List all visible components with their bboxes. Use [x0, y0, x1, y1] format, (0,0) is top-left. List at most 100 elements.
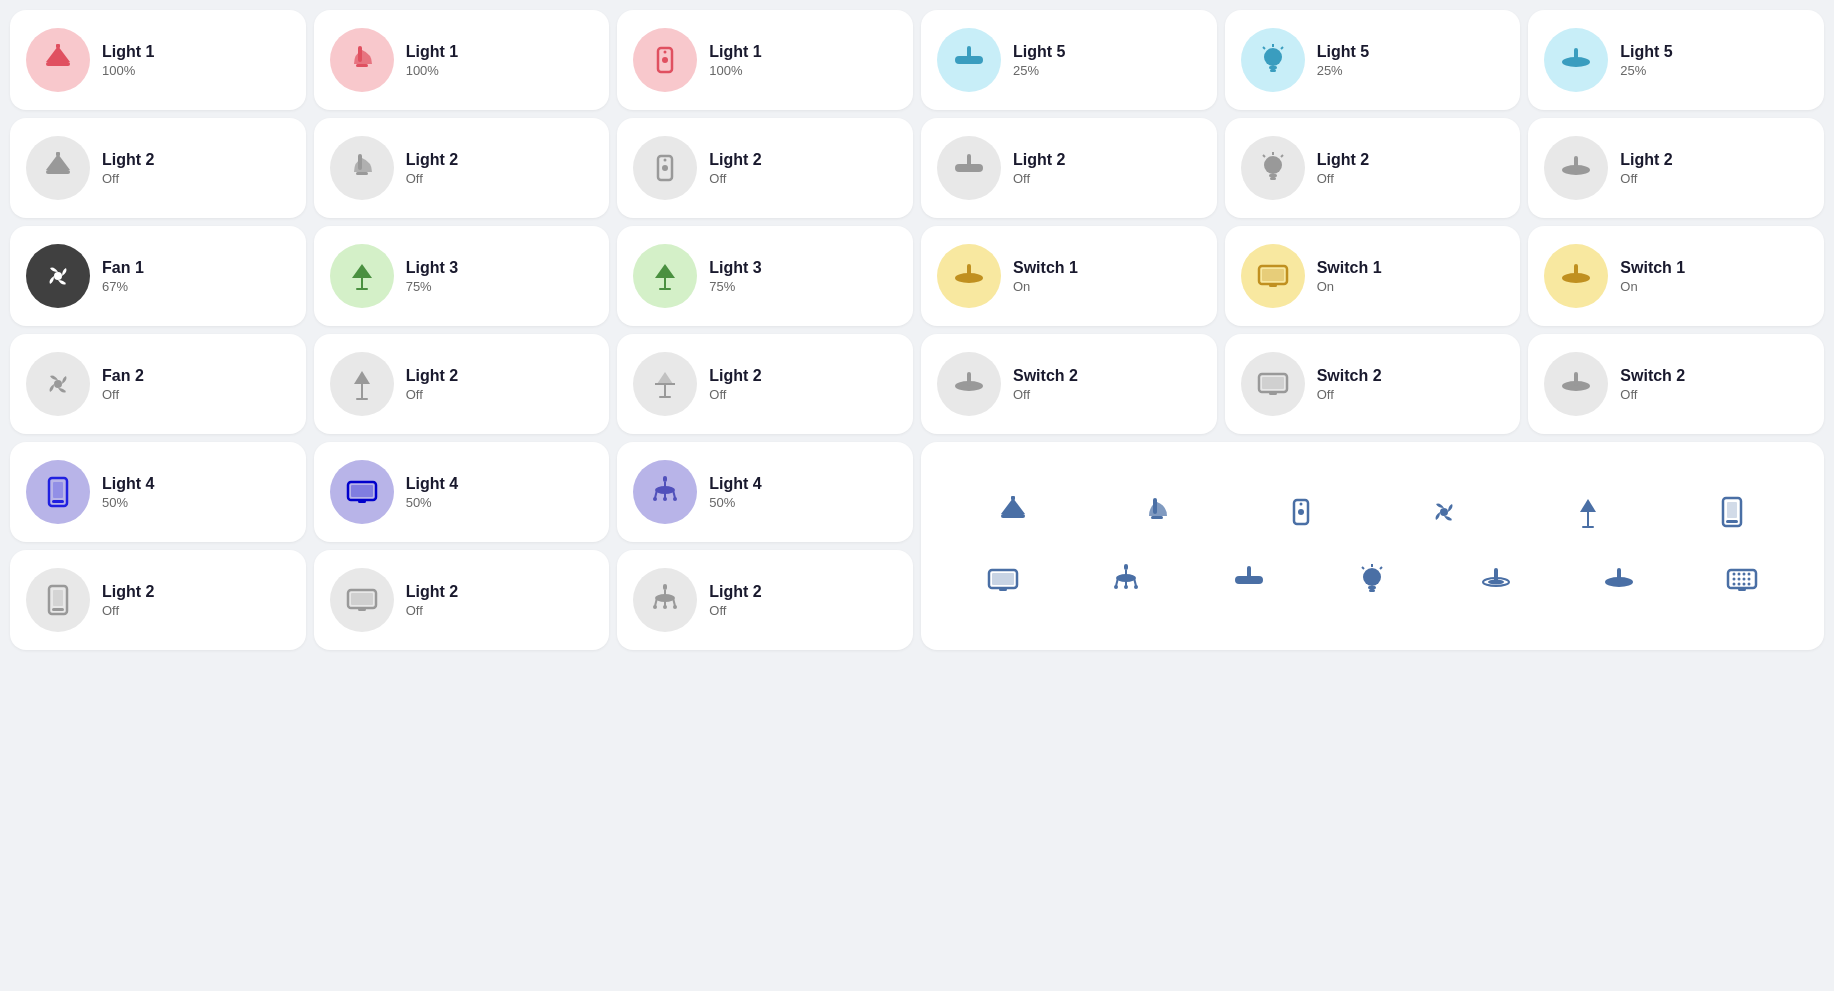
device-card[interactable]: Light 2 Off	[314, 334, 610, 434]
svg-point-77	[653, 497, 657, 501]
svg-point-129	[1733, 583, 1736, 586]
panel-ceiling-round-icon[interactable]	[1595, 556, 1643, 604]
svg-point-121	[1733, 578, 1736, 581]
svg-point-36	[54, 272, 62, 280]
panel-dotted-screen-icon[interactable]	[1718, 556, 1766, 604]
svg-point-123	[1743, 578, 1746, 581]
panel-ceiling-strip-icon[interactable]	[1225, 556, 1273, 604]
svg-line-32	[1263, 155, 1265, 157]
svg-rect-12	[1270, 69, 1276, 72]
svg-point-106	[1134, 585, 1138, 589]
panel-wall-lamp-icon[interactable]	[1133, 488, 1181, 536]
svg-rect-22	[356, 172, 368, 175]
panel-ceiling-lamp-icon[interactable]	[989, 488, 1037, 536]
panel-floor-lamp-icon[interactable]	[1564, 488, 1612, 536]
svg-rect-52	[361, 384, 363, 398]
svg-rect-17	[1574, 48, 1578, 62]
panel-ceiling-round2-icon[interactable]	[1472, 556, 1520, 604]
device-card[interactable]: Light 2 Off	[921, 118, 1217, 218]
svg-rect-29	[1269, 174, 1277, 177]
svg-rect-30	[1270, 177, 1276, 180]
device-card[interactable]: Light 2 Off	[617, 334, 913, 434]
device-card[interactable]: Light 3 75%	[314, 226, 610, 326]
device-card[interactable]: Light 4 50%	[617, 442, 913, 542]
svg-point-10	[1264, 48, 1282, 66]
svg-rect-56	[659, 396, 671, 398]
svg-rect-41	[664, 278, 666, 288]
svg-point-124	[1748, 578, 1751, 581]
device-card[interactable]: Switch 2 Off	[1225, 334, 1521, 434]
svg-line-143	[655, 598, 657, 606]
svg-rect-11	[1269, 66, 1277, 69]
svg-line-33	[1281, 155, 1283, 157]
device-card[interactable]: Light 2 Off	[314, 550, 610, 650]
panel-tv-screen-icon[interactable]	[979, 556, 1027, 604]
device-card[interactable]: Light 2 Off	[617, 550, 913, 650]
svg-rect-46	[1262, 269, 1284, 281]
svg-rect-90	[1587, 512, 1589, 526]
device-card[interactable]: Light 1 100%	[314, 10, 610, 110]
svg-marker-89	[1580, 499, 1596, 512]
device-card[interactable]: Light 1 100%	[10, 10, 306, 110]
svg-rect-119	[1617, 568, 1621, 582]
svg-rect-49	[1574, 264, 1578, 278]
panel-switch-device-icon[interactable]	[1277, 488, 1325, 536]
svg-point-132	[1748, 583, 1751, 586]
device-card[interactable]: Light 5 25%	[921, 10, 1217, 110]
device-card[interactable]: Switch 1 On	[1528, 226, 1824, 326]
device-card[interactable]: Light 1 100%	[617, 10, 913, 110]
svg-rect-44	[967, 264, 971, 278]
panel-chandelier-icon[interactable]	[1102, 556, 1150, 604]
svg-point-130	[1738, 583, 1741, 586]
svg-rect-59	[967, 372, 971, 386]
svg-rect-61	[1262, 377, 1284, 389]
device-card[interactable]: Switch 2 Off	[1528, 334, 1824, 434]
svg-point-7	[664, 51, 667, 54]
device-card[interactable]: Light 2 Off	[10, 118, 306, 218]
device-card[interactable]: Light 2 Off	[1225, 118, 1521, 218]
svg-rect-138	[351, 593, 373, 605]
svg-rect-39	[356, 288, 368, 290]
svg-point-126	[1738, 573, 1741, 576]
svg-line-76	[673, 490, 675, 498]
device-card[interactable]: Switch 2 Off	[921, 334, 1217, 434]
device-card[interactable]: Light 5 25%	[1225, 10, 1521, 110]
svg-marker-80	[1001, 498, 1025, 514]
svg-line-101	[1116, 578, 1118, 586]
svg-rect-2	[46, 62, 70, 66]
svg-rect-81	[1011, 496, 1015, 500]
icon-palette-panel	[921, 442, 1824, 650]
svg-line-113	[1362, 567, 1364, 569]
device-card[interactable]: Switch 1 On	[921, 226, 1217, 326]
device-card[interactable]: Light 2 Off	[617, 118, 913, 218]
svg-rect-133	[1738, 588, 1746, 591]
svg-rect-9	[967, 46, 971, 58]
svg-marker-54	[657, 372, 673, 384]
device-card[interactable]: Light 4 50%	[314, 442, 610, 542]
device-card[interactable]: Light 5 25%	[1528, 10, 1824, 110]
svg-rect-93	[1727, 502, 1737, 518]
svg-marker-40	[655, 264, 675, 278]
svg-rect-111	[1369, 589, 1375, 592]
svg-line-114	[1380, 567, 1382, 569]
svg-rect-35	[1574, 156, 1578, 170]
device-card[interactable]: Fan 2 Off	[10, 334, 306, 434]
device-card[interactable]: Light 2 Off	[314, 118, 610, 218]
svg-point-127	[1743, 573, 1746, 576]
svg-point-24	[662, 165, 668, 171]
device-card[interactable]: Fan 1 67%	[10, 226, 306, 326]
svg-point-79	[673, 497, 677, 501]
svg-point-28	[1264, 156, 1282, 174]
svg-rect-1	[56, 44, 60, 48]
panel-mirror-light-icon[interactable]	[1708, 488, 1756, 536]
device-card[interactable]: Switch 1 On	[1225, 226, 1521, 326]
device-card[interactable]: Light 2 Off	[10, 550, 306, 650]
svg-rect-110	[1368, 586, 1376, 589]
panel-bulb-icon[interactable]	[1348, 556, 1396, 604]
svg-point-128	[1748, 573, 1751, 576]
device-card[interactable]: Light 4 50%	[10, 442, 306, 542]
device-card[interactable]: Light 2 Off	[1528, 118, 1824, 218]
device-card[interactable]: Light 3 75%	[617, 226, 913, 326]
panel-fan-icon[interactable]	[1420, 488, 1468, 536]
svg-point-125	[1733, 573, 1736, 576]
